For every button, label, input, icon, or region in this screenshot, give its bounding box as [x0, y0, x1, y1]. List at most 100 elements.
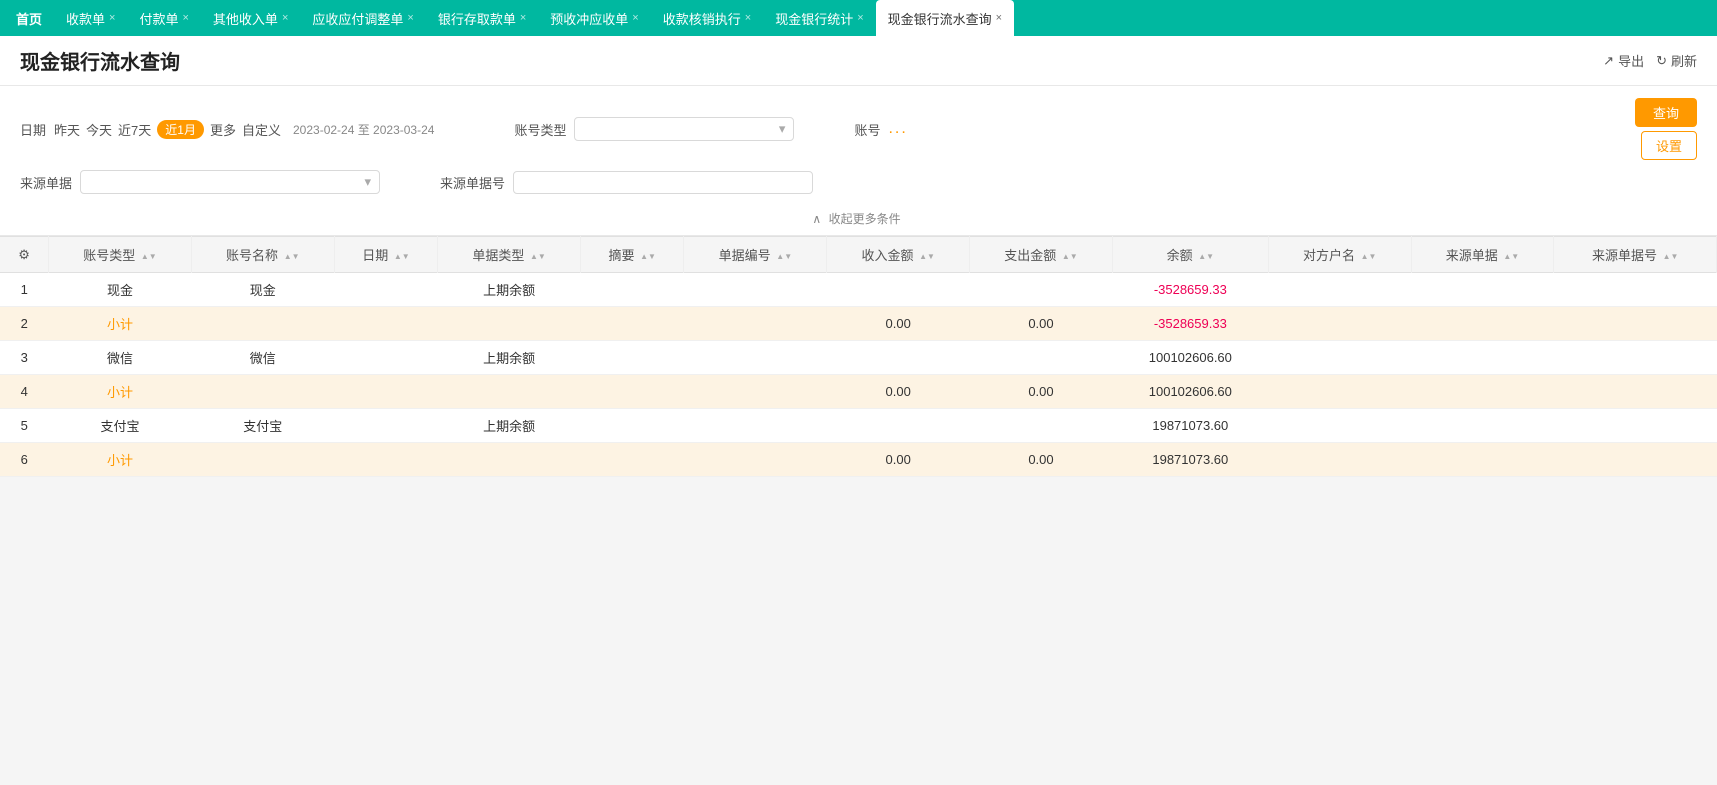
col-counterpart: 对方户名 ▲▼ [1268, 237, 1411, 273]
nav-tab-adjust[interactable]: 应收应付调整单 × [300, 0, 425, 36]
query-button[interactable]: 查询 [1635, 98, 1697, 127]
row-source-doc-no [1554, 375, 1717, 409]
row-balance: 100102606.60 [1112, 341, 1268, 375]
sort-icon[interactable]: ▲▼ [1062, 253, 1078, 261]
close-icon[interactable]: × [109, 12, 115, 24]
close-icon[interactable]: × [857, 12, 863, 24]
date-opt-7days[interactable]: 近7天 [118, 120, 151, 139]
sort-icon[interactable]: ▲▼ [530, 253, 546, 261]
sort-icon[interactable]: ▲▼ [776, 253, 792, 261]
sort-icon[interactable]: ▲▼ [640, 253, 656, 261]
col-income: 收入金额 ▲▼ [827, 237, 970, 273]
row-income: 0.00 [827, 375, 970, 409]
table-row: 4 小计 0.00 0.00 100102606.60 [0, 375, 1717, 409]
row-no: 3 [0, 341, 49, 375]
row-account-name: 支付宝 [191, 409, 334, 443]
row-summary [580, 341, 684, 375]
row-doc-type [438, 307, 581, 341]
date-opt-custom[interactable]: 自定义 [242, 120, 281, 139]
row-account-type: 小计 [49, 375, 192, 409]
row-doc-type: 上期余额 [438, 341, 581, 375]
close-icon[interactable]: × [632, 12, 638, 24]
table-container: ⚙ 账号类型 ▲▼ 账号名称 ▲▼ 日期 ▲▼ 单据类型 ▲▼ [0, 236, 1717, 477]
header-actions: ↗ 导出 ↻ 刷新 [1603, 51, 1697, 70]
close-icon[interactable]: × [407, 12, 413, 24]
row-no: 2 [0, 307, 49, 341]
col-date: 日期 ▲▼ [334, 237, 438, 273]
row-income: 0.00 [827, 443, 970, 477]
row-counterpart [1268, 409, 1411, 443]
sort-icon[interactable]: ▲▼ [1503, 253, 1519, 261]
nav-tab-pre-receipt[interactable]: 预收冲应收单 × [538, 0, 650, 36]
settings-button[interactable]: 设置 [1641, 131, 1697, 160]
row-source-doc [1411, 375, 1554, 409]
nav-tab-cash-flow[interactable]: 现金银行流水查询 × [876, 0, 1014, 36]
sort-icon[interactable]: ▲▼ [1361, 253, 1377, 261]
nav-tab-writeoff[interactable]: 收款核销执行 × [651, 0, 763, 36]
row-counterpart [1268, 443, 1411, 477]
close-icon[interactable]: × [282, 12, 288, 24]
collapse-bar[interactable]: ∧ 收起更多条件 [20, 204, 1697, 235]
row-doc-no [684, 341, 827, 375]
sort-icon[interactable]: ▲▼ [394, 253, 410, 261]
chevron-up-icon: ∧ [812, 212, 821, 226]
sort-icon[interactable]: ▲▼ [919, 253, 935, 261]
export-button[interactable]: ↗ 导出 [1603, 51, 1644, 70]
col-summary: 摘要 ▲▼ [580, 237, 684, 273]
date-opt-yesterday[interactable]: 昨天 [54, 120, 80, 139]
row-date [334, 375, 438, 409]
close-icon[interactable]: × [996, 12, 1002, 24]
nav-tab-cash-stat[interactable]: 现金银行统计 × [763, 0, 875, 36]
sort-icon[interactable]: ▲▼ [1198, 253, 1214, 261]
row-counterpart [1268, 273, 1411, 307]
source-doc-filter-group: 来源单据 ▾ [20, 170, 380, 194]
row-account-type: 现金 [49, 273, 192, 307]
filter-row-1: 日期 昨天 今天 近7天 近1月 更多 自定义 2023-02-24 至 202… [20, 98, 1697, 160]
row-expense [970, 341, 1113, 375]
row-doc-no [684, 375, 827, 409]
col-source-doc-no: 来源单据号 ▲▼ [1554, 237, 1717, 273]
source-doc-label: 来源单据 [20, 173, 72, 192]
row-counterpart [1268, 341, 1411, 375]
row-income [827, 409, 970, 443]
source-doc-no-label: 来源单据号 [440, 173, 505, 192]
row-doc-no [684, 307, 827, 341]
date-opt-today[interactable]: 今天 [86, 120, 112, 139]
close-icon[interactable]: × [182, 12, 188, 24]
row-summary [580, 443, 684, 477]
row-expense: 0.00 [970, 443, 1113, 477]
col-balance: 余额 ▲▼ [1112, 237, 1268, 273]
sort-icon[interactable]: ▲▼ [141, 253, 157, 261]
close-icon[interactable]: × [520, 12, 526, 24]
table-row: 5 支付宝 支付宝 上期余额 19871073.60 [0, 409, 1717, 443]
source-doc-select[interactable]: ▾ [80, 170, 380, 194]
nav-tab-home[interactable]: 首页 [4, 0, 54, 36]
close-icon[interactable]: × [745, 12, 751, 24]
table-header-row: ⚙ 账号类型 ▲▼ 账号名称 ▲▼ 日期 ▲▼ 单据类型 ▲▼ [0, 237, 1717, 273]
row-balance: 19871073.60 [1112, 443, 1268, 477]
account-dots-button[interactable]: ... [888, 120, 907, 138]
sort-icon[interactable]: ▲▼ [284, 253, 300, 261]
nav-tab-payment[interactable]: 付款单 × [127, 0, 200, 36]
account-type-select[interactable]: ▾ [574, 117, 794, 141]
row-no: 5 [0, 409, 49, 443]
nav-tab-receipt[interactable]: 收款单 × [54, 0, 127, 36]
date-opt-1month[interactable]: 近1月 [157, 120, 204, 139]
table-row: 6 小计 0.00 0.00 19871073.60 [0, 443, 1717, 477]
refresh-button[interactable]: ↻ 刷新 [1656, 51, 1697, 70]
row-doc-no [684, 409, 827, 443]
row-source-doc [1411, 409, 1554, 443]
nav-tab-other-income[interactable]: 其他收入单 × [201, 0, 300, 36]
date-opt-more[interactable]: 更多 [210, 120, 236, 139]
source-doc-no-input[interactable] [513, 171, 813, 194]
source-doc-no-filter-group: 来源单据号 [440, 171, 813, 194]
sort-icon[interactable]: ▲▼ [1663, 253, 1679, 261]
nav-tab-bank-deposit[interactable]: 银行存取款单 × [426, 0, 538, 36]
row-balance: 19871073.60 [1112, 409, 1268, 443]
gear-icon[interactable]: ⚙ [18, 247, 30, 262]
row-doc-type: 上期余额 [438, 273, 581, 307]
subtotal-label: 小计 [107, 453, 133, 468]
row-doc-type: 上期余额 [438, 409, 581, 443]
row-source-doc [1411, 341, 1554, 375]
row-counterpart [1268, 375, 1411, 409]
